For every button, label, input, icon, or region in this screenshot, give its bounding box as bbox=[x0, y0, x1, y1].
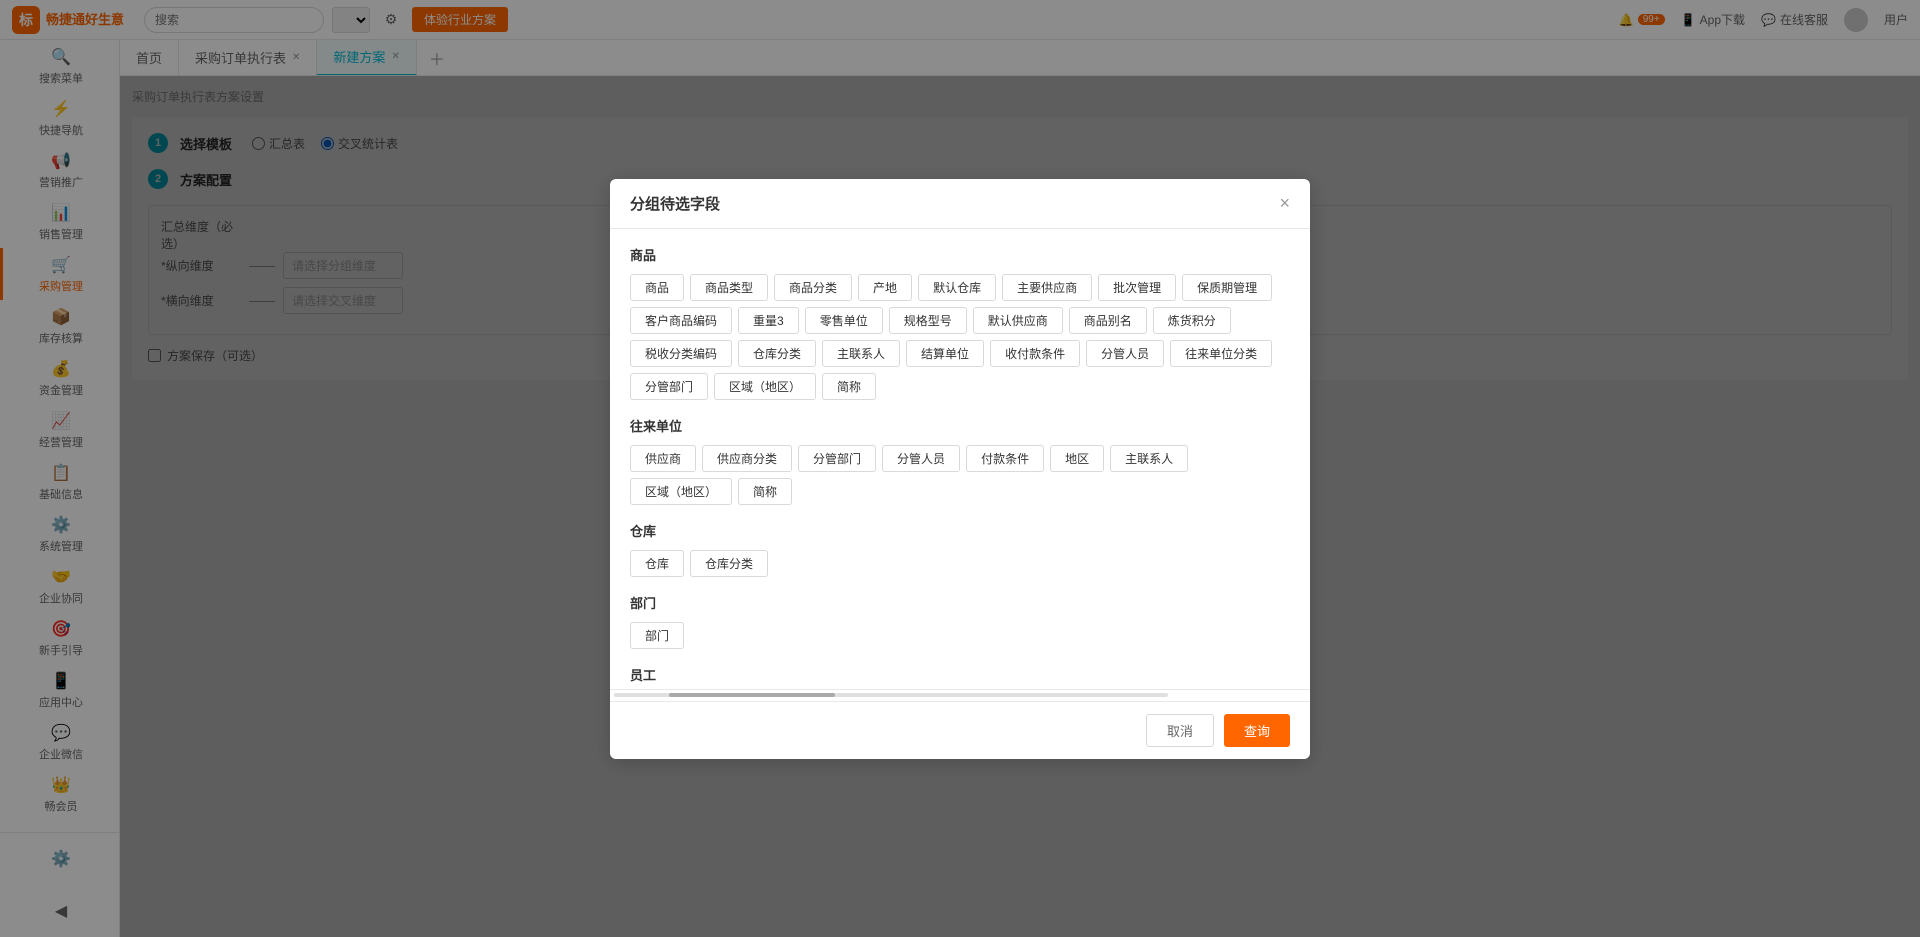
chip-manage-person[interactable]: 分管人员 bbox=[882, 445, 960, 472]
chip-region-counterpart[interactable]: 区域（地区） bbox=[630, 478, 732, 505]
chip-customer-sku[interactable]: 客户商品编码 bbox=[630, 307, 732, 334]
chip-region-product[interactable]: 区域（地区） bbox=[714, 373, 816, 400]
chip-weight[interactable]: 重量3 bbox=[738, 307, 799, 334]
field-group-warehouse: 仓库 仓库 仓库分类 bbox=[630, 521, 1290, 577]
field-group-department: 部门 部门 bbox=[630, 593, 1290, 649]
field-chips-product: 商品 商品类型 商品分类 产地 默认仓库 主要供应商 批次管理 保质期管理 客户… bbox=[630, 274, 1290, 400]
chip-product-alias[interactable]: 商品别名 bbox=[1069, 307, 1147, 334]
chip-supplier-category[interactable]: 供应商分类 bbox=[702, 445, 792, 472]
field-group-employee: 员工 业务员 bbox=[630, 665, 1290, 689]
chip-abbr-counterpart[interactable]: 简称 bbox=[738, 478, 792, 505]
chip-supplier[interactable]: 供应商 bbox=[630, 445, 696, 472]
chip-product[interactable]: 商品 bbox=[630, 274, 684, 301]
chip-shelf-life[interactable]: 保质期管理 bbox=[1182, 274, 1272, 301]
modal-overlay: 分组待选字段 × 商品 商品 商品类型 商品分类 产地 默认仓库 主要供应商 批… bbox=[0, 0, 1920, 937]
field-group-employee-title: 员工 bbox=[630, 665, 1290, 684]
chip-warehouse[interactable]: 仓库 bbox=[630, 550, 684, 577]
field-group-product: 商品 商品 商品类型 商品分类 产地 默认仓库 主要供应商 批次管理 保质期管理… bbox=[630, 245, 1290, 400]
modal-close-btn[interactable]: × bbox=[1279, 194, 1290, 212]
modal-hscroll[interactable] bbox=[610, 689, 1310, 701]
modal: 分组待选字段 × 商品 商品 商品类型 商品分类 产地 默认仓库 主要供应商 批… bbox=[610, 179, 1310, 759]
chip-spec-model[interactable]: 规格型号 bbox=[889, 307, 967, 334]
field-chips-department: 部门 bbox=[630, 622, 1290, 649]
chip-tax-code[interactable]: 税收分类编码 bbox=[630, 340, 732, 367]
field-group-counterpart-title: 往来单位 bbox=[630, 416, 1290, 435]
field-group-counterpart: 往来单位 供应商 供应商分类 分管部门 分管人员 付款条件 地区 主联系人 区域… bbox=[630, 416, 1290, 505]
field-chips-warehouse: 仓库 仓库分类 bbox=[630, 550, 1290, 577]
modal-cancel-btn[interactable]: 取消 bbox=[1146, 714, 1214, 747]
chip-dept[interactable]: 分管部门 bbox=[630, 373, 708, 400]
field-chips-counterpart: 供应商 供应商分类 分管部门 分管人员 付款条件 地区 主联系人 区域（地区） … bbox=[630, 445, 1290, 505]
modal-header: 分组待选字段 × bbox=[610, 179, 1310, 229]
modal-confirm-btn[interactable]: 查询 bbox=[1224, 714, 1290, 747]
chip-department[interactable]: 部门 bbox=[630, 622, 684, 649]
modal-body: 商品 商品 商品类型 商品分类 产地 默认仓库 主要供应商 批次管理 保质期管理… bbox=[610, 229, 1310, 689]
chip-settlement-unit[interactable]: 结算单位 bbox=[906, 340, 984, 367]
chip-manage-dept[interactable]: 分管部门 bbox=[798, 445, 876, 472]
chip-product-type[interactable]: 商品类型 bbox=[690, 274, 768, 301]
chip-manager[interactable]: 分管人员 bbox=[1086, 340, 1164, 367]
chip-product-category[interactable]: 商品分类 bbox=[774, 274, 852, 301]
chip-area[interactable]: 地区 bbox=[1050, 445, 1104, 472]
chip-default-supplier[interactable]: 默认供应商 bbox=[973, 307, 1063, 334]
modal-footer: 取消 查询 bbox=[610, 701, 1310, 759]
chip-contact[interactable]: 主联系人 bbox=[1110, 445, 1188, 472]
chip-counterpart-category[interactable]: 往来单位分类 bbox=[1170, 340, 1272, 367]
chip-main-supplier[interactable]: 主要供应商 bbox=[1002, 274, 1092, 301]
chip-points[interactable]: 炼货积分 bbox=[1153, 307, 1231, 334]
chip-retail-unit[interactable]: 零售单位 bbox=[805, 307, 883, 334]
chip-payment-terms[interactable]: 收付款条件 bbox=[990, 340, 1080, 367]
chip-batch-management[interactable]: 批次管理 bbox=[1098, 274, 1176, 301]
modal-title: 分组待选字段 bbox=[630, 193, 720, 214]
field-group-department-title: 部门 bbox=[630, 593, 1290, 612]
field-group-product-title: 商品 bbox=[630, 245, 1290, 264]
chip-main-contact[interactable]: 主联系人 bbox=[822, 340, 900, 367]
chip-abbr-product[interactable]: 简称 bbox=[822, 373, 876, 400]
chip-payment-condition[interactable]: 付款条件 bbox=[966, 445, 1044, 472]
field-group-warehouse-title: 仓库 bbox=[630, 521, 1290, 540]
chip-default-warehouse[interactable]: 默认仓库 bbox=[918, 274, 996, 301]
chip-origin[interactable]: 产地 bbox=[858, 274, 912, 301]
chip-warehouse-category[interactable]: 仓库分类 bbox=[738, 340, 816, 367]
chip-warehouse-cat[interactable]: 仓库分类 bbox=[690, 550, 768, 577]
